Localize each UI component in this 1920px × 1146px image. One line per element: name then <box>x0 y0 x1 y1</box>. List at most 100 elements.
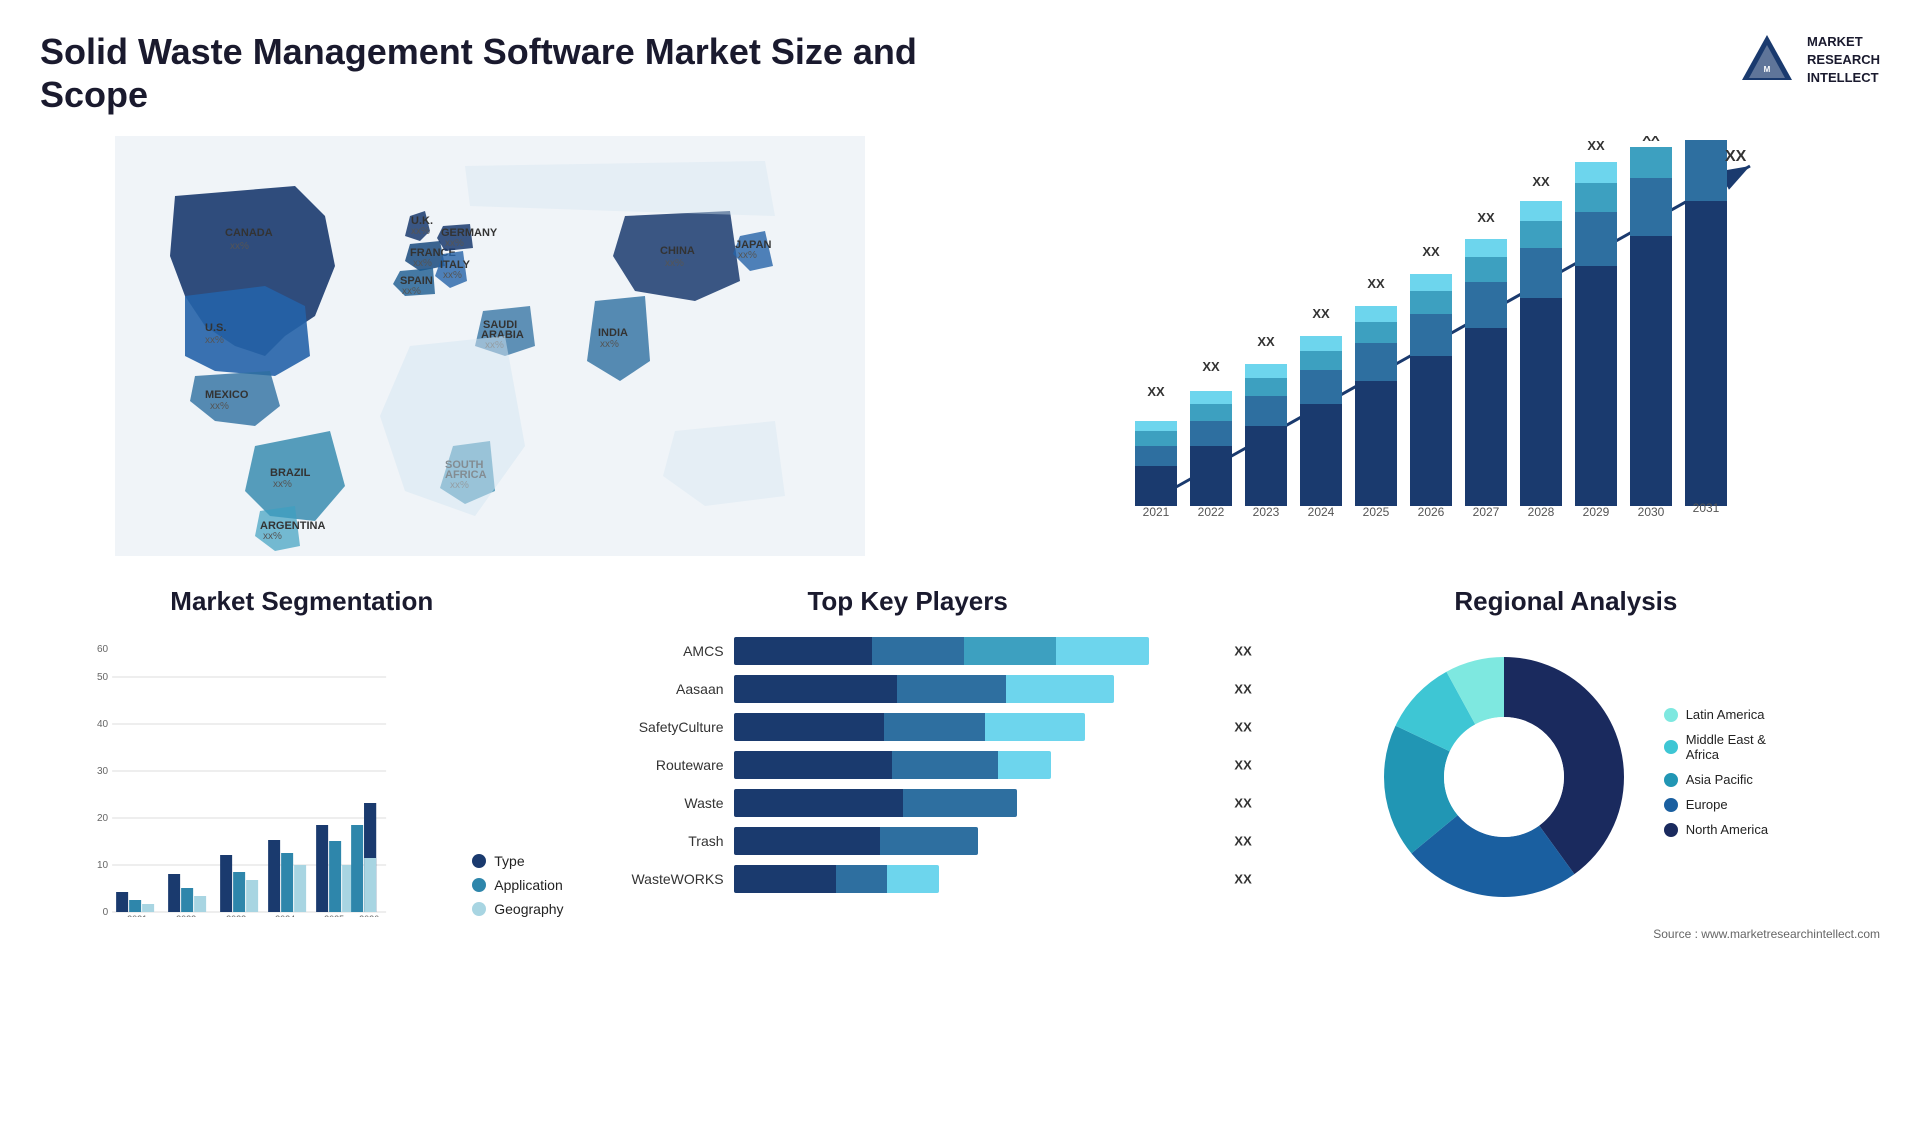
page-title: Solid Waste Management Software Market S… <box>40 30 940 116</box>
svg-text:xx%: xx% <box>665 258 684 269</box>
svg-text:2024: 2024 <box>1308 505 1335 519</box>
svg-text:BRAZIL: BRAZIL <box>270 467 311 479</box>
key-players-title: Top Key Players <box>594 586 1222 617</box>
svg-text:xx%: xx% <box>263 531 282 542</box>
svg-text:10: 10 <box>97 860 109 871</box>
svg-text:2027: 2027 <box>1473 505 1500 519</box>
player-amcs: AMCS XX <box>594 637 1222 665</box>
svg-text:2022: 2022 <box>1198 505 1225 519</box>
legend-asia-pacific: Asia Pacific <box>1664 772 1768 787</box>
svg-text:xx%: xx% <box>600 339 619 350</box>
bottom-section: Market Segmentation 0 10 20 30 40 50 60 <box>40 586 1880 941</box>
application-dot <box>472 878 486 892</box>
svg-text:2023: 2023 <box>226 914 246 917</box>
application-label: Application <box>494 877 563 893</box>
svg-text:2028: 2028 <box>1528 505 1555 519</box>
middle-east-dot <box>1664 740 1678 754</box>
svg-text:60: 60 <box>97 644 109 655</box>
player-val-safetyculture: XX <box>1234 720 1251 735</box>
svg-text:xx%: xx% <box>411 226 430 237</box>
svg-text:2026: 2026 <box>1418 505 1445 519</box>
regional-content: Latin America Middle East &Africa Asia P… <box>1252 637 1880 917</box>
player-trash: Trash XX <box>594 827 1222 855</box>
svg-text:XX: XX <box>1725 148 1747 165</box>
svg-text:2024: 2024 <box>275 914 295 917</box>
svg-text:CANADA: CANADA <box>225 227 273 239</box>
svg-text:xx%: xx% <box>402 286 421 297</box>
legend-europe: Europe <box>1664 797 1768 812</box>
svg-text:50: 50 <box>97 672 109 683</box>
svg-text:2021: 2021 <box>1143 505 1170 519</box>
segmentation-title: Market Segmentation <box>40 586 564 617</box>
svg-text:2026: 2026 <box>359 914 379 917</box>
svg-text:XX: XX <box>1312 306 1330 321</box>
svg-text:2031: 2031 <box>1693 501 1720 515</box>
regional-section: Regional Analysis <box>1252 586 1880 941</box>
player-name-amcs: AMCS <box>594 643 724 659</box>
logo-icon: M <box>1737 30 1797 90</box>
svg-text:xx%: xx% <box>738 250 757 261</box>
player-val-amcs: XX <box>1234 644 1251 659</box>
svg-text:xx%: xx% <box>210 401 229 412</box>
key-players-section: Top Key Players AMCS XX Aasaan <box>594 586 1222 941</box>
top-section: CANADA xx% U.S. xx% MEXICO xx% BRAZIL xx… <box>40 136 1880 556</box>
player-bar-wasteworks: XX <box>734 865 1222 893</box>
geography-label: Geography <box>494 901 563 917</box>
seg-legend-application: Application <box>472 877 563 893</box>
regional-legend: Latin America Middle East &Africa Asia P… <box>1664 707 1768 847</box>
regional-title: Regional Analysis <box>1252 586 1880 617</box>
svg-text:xx%: xx% <box>443 270 462 281</box>
geography-dot <box>472 902 486 916</box>
player-val-wasteworks: XX <box>1234 872 1251 887</box>
middle-east-label: Middle East &Africa <box>1686 732 1766 762</box>
svg-text:20: 20 <box>97 813 109 824</box>
svg-text:2030: 2030 <box>1638 505 1665 519</box>
svg-text:2021: 2021 <box>127 914 147 917</box>
svg-text:XX: XX <box>1147 384 1165 399</box>
svg-text:2025: 2025 <box>1363 505 1390 519</box>
segmentation-legend: Type Application Geography <box>472 853 563 917</box>
player-bar-aasaan: XX <box>734 675 1222 703</box>
player-bar-amcs: XX <box>734 637 1222 665</box>
player-aasaan: Aasaan XX <box>594 675 1222 703</box>
svg-text:XX: XX <box>1532 174 1550 189</box>
svg-text:2025: 2025 <box>324 914 344 917</box>
legend-north-america: North America <box>1664 822 1768 837</box>
svg-text:2023: 2023 <box>1253 505 1280 519</box>
player-name-safetyculture: SafetyCulture <box>594 719 724 735</box>
latin-america-label: Latin America <box>1686 707 1765 722</box>
svg-text:30: 30 <box>97 766 109 777</box>
player-bar-waste: XX <box>734 789 1222 817</box>
svg-text:CHINA: CHINA <box>660 245 695 257</box>
players-list: AMCS XX Aasaan <box>594 637 1222 893</box>
player-bar-routeware: XX <box>734 751 1222 779</box>
seg-legend-geography: Geography <box>472 901 563 917</box>
asia-pacific-dot <box>1664 773 1678 787</box>
svg-text:XX: XX <box>1422 244 1440 259</box>
source-text: Source : www.marketresearchintellect.com <box>1252 927 1880 941</box>
player-val-trash: XX <box>1234 834 1251 849</box>
svg-text:0: 0 <box>103 907 109 917</box>
svg-text:2029: 2029 <box>1583 505 1610 519</box>
logo-text: MARKET RESEARCH INTELLECT <box>1807 33 1880 88</box>
player-val-routeware: XX <box>1234 758 1251 773</box>
europe-dot <box>1664 798 1678 812</box>
player-name-wasteworks: WasteWORKS <box>594 871 724 887</box>
svg-text:U.S.: U.S. <box>205 322 226 334</box>
seg-chart-svg: 0 10 20 30 40 50 60 <box>40 637 432 917</box>
svg-text:XX: XX <box>1367 276 1385 291</box>
player-name-aasaan: Aasaan <box>594 681 724 697</box>
map-svg: CANADA xx% U.S. xx% MEXICO xx% BRAZIL xx… <box>40 136 940 556</box>
svg-text:xx%: xx% <box>445 238 464 249</box>
svg-text:MEXICO: MEXICO <box>205 389 249 401</box>
asia-pacific-label: Asia Pacific <box>1686 772 1753 787</box>
europe-label: Europe <box>1686 797 1728 812</box>
svg-text:xx%: xx% <box>230 241 249 252</box>
type-label: Type <box>494 853 524 869</box>
player-waste: Waste XX <box>594 789 1222 817</box>
player-name-waste: Waste <box>594 795 724 811</box>
legend-latin-america: Latin America <box>1664 707 1768 722</box>
svg-text:XX: XX <box>1202 359 1220 374</box>
donut-chart <box>1364 637 1644 917</box>
type-dot <box>472 854 486 868</box>
